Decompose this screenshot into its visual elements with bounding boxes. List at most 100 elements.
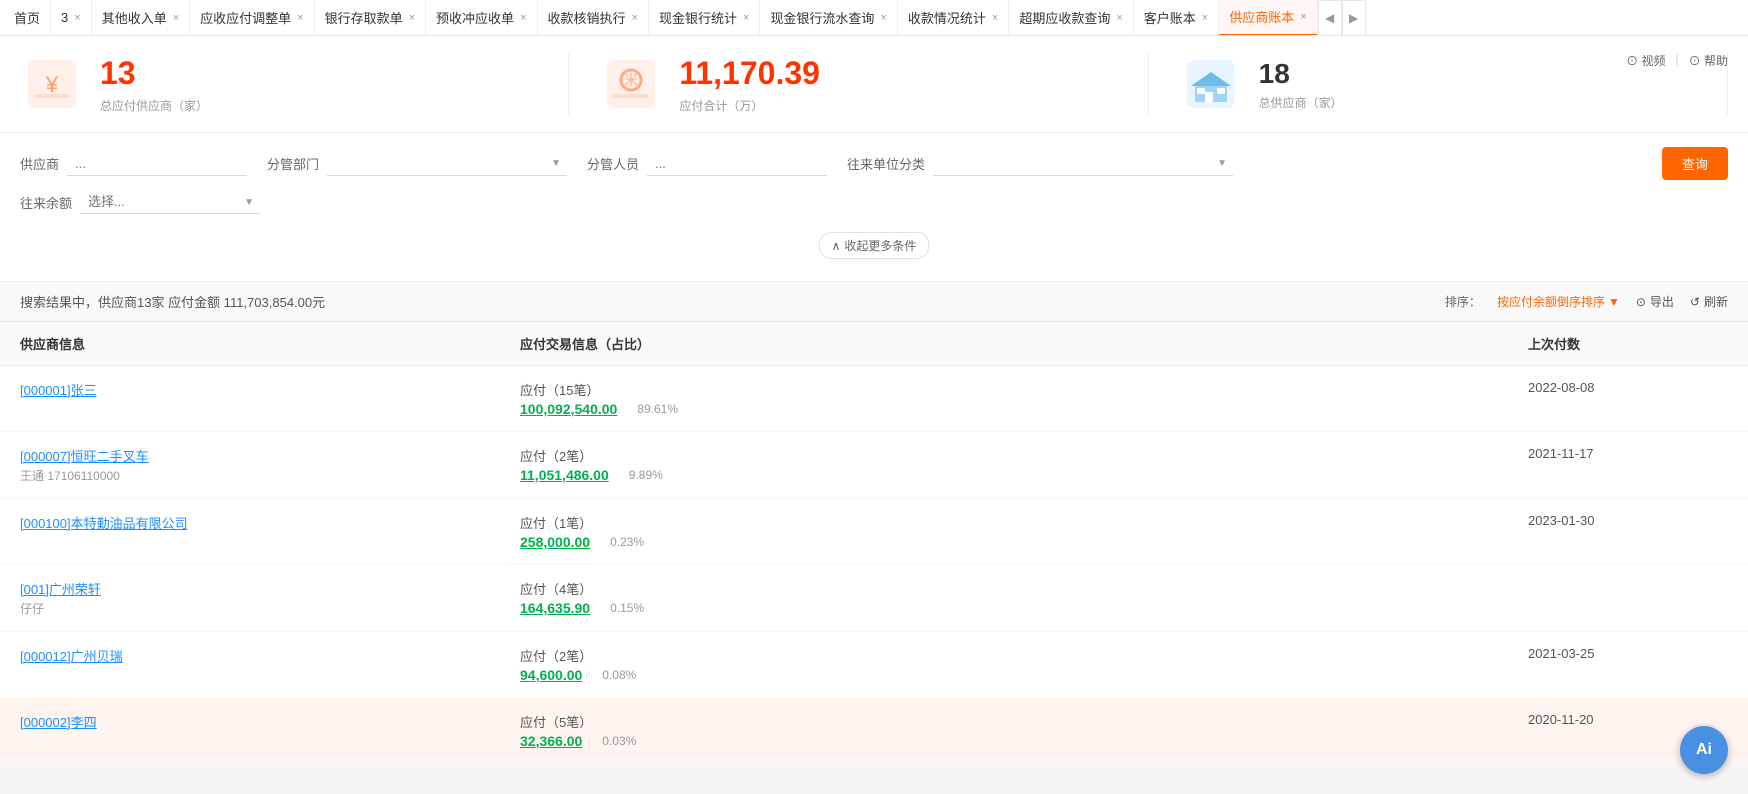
col-lastpay-header: 上次付数 [1528,334,1728,353]
nav-ar-ap-adjust[interactable]: 应收应付调整单 × [190,0,314,36]
nav-bank-deposit[interactable]: 银行存取款单 × [315,0,426,36]
nav-overdue-query[interactable]: 超期应收款查询 × [1009,0,1133,36]
nav-cash-bank-stat[interactable]: 现金银行统计 × [649,0,760,36]
col-tx-header: 应付交易信息（占比） [520,334,1528,353]
close-supplier-ledger[interactable]: × [1300,11,1306,23]
supplier-link-2[interactable]: [000007]恒旺二手叉车 [20,449,149,464]
tx-amount-4[interactable]: 164,635.90 [520,600,590,616]
payable-amount-num: 11,170.39 [679,54,820,92]
total-suppliers-icon [1179,52,1243,116]
dept-label: 分管部门 [267,154,319,173]
refresh-icon: ↺ [1690,295,1700,309]
supplier-link-3[interactable]: [000100]本特勤油品有限公司 [20,516,188,531]
tx-amount-6[interactable]: 32,366.00 [520,733,582,749]
close-receipt-exec[interactable]: × [632,12,638,24]
tx-amount-1[interactable]: 100,092,540.00 [520,401,617,417]
nav-advance-offset[interactable]: 预收冲应收单 × [426,0,537,36]
col-supplier-header: 供应商信息 [20,334,520,353]
nav-scroll-left[interactable]: ◀ [1318,0,1342,36]
close-overdue-query[interactable]: × [1116,12,1122,24]
filter-row-2: 往来余额 ▼ [20,190,1728,214]
supplier-cell-5: [000012]广州贝瑞 [20,646,520,665]
close-bank-deposit[interactable]: × [409,12,415,24]
person-input[interactable] [647,152,827,176]
filter-balance: 往来余额 ▼ [20,190,260,214]
person-label: 分管人员 [587,154,639,173]
result-bar: 搜索结果中，供应商13家 应付金额 111,703,854.00元 排序： 按应… [0,282,1748,322]
total-suppliers-label: 总供应商（家） [1259,94,1343,111]
unit-type-input[interactable] [933,152,1233,176]
last-pay-5: 2021-03-25 [1528,646,1728,661]
result-actions: 排序： 按应付余额倒序排序 ▼ ⊙ 导出 ↺ 刷新 [1445,293,1728,310]
stats-bar: ¥ 13 总应付供应商（家） 米 11,170.39 应付合计（万） [0,36,1748,133]
help-link[interactable]: ⊙ 帮助 [1689,52,1728,69]
supplier-link-5[interactable]: [000012]广州贝瑞 [20,649,123,664]
table-row: [001]广州荣轩 仔仔 应付（4笔） 164,635.90 0.15% [0,565,1748,632]
stat-payable-suppliers: ¥ 13 总应付供应商（家） [20,52,569,116]
last-pay-3: 2023-01-30 [1528,513,1728,528]
payable-amount-icon: 米 [599,52,663,116]
navigation-bar: 首页 3 × 其他收入单 × 应收应付调整单 × 银行存取款单 × 预收冲应收单… [0,0,1748,36]
collapse-icon: ∧ [832,239,841,253]
stat-payable-amount: 米 11,170.39 应付合计（万） [569,52,1148,116]
table-row: [000100]本特勤油品有限公司 应付（1笔） 258,000.00 0.23… [0,499,1748,565]
close-advance-offset[interactable]: × [520,12,526,24]
nav-scroll-right[interactable]: ▶ [1342,0,1366,36]
nav-home[interactable]: 首页 [4,0,51,36]
filter-person: 分管人员 [587,152,827,176]
nav-customer-ledger[interactable]: 客户账本 × [1134,0,1219,36]
close-ar-ap-adjust[interactable]: × [297,12,303,24]
last-pay-2: 2021-11-17 [1528,446,1728,461]
collapse-row: ∧ 收起更多条件 [20,224,1728,267]
dept-input[interactable] [327,152,567,176]
table-row: [000007]恒旺二手叉车 王通 17106110000 应付（2笔） 11,… [0,432,1748,499]
balance-input[interactable] [80,190,260,214]
svg-text:¥: ¥ [45,72,59,97]
tx-amount-2[interactable]: 11,051,486.00 [520,467,609,483]
refresh-button[interactable]: ↺ 刷新 [1690,293,1728,310]
close-cash-flow-query[interactable]: × [880,12,886,24]
close-other-income[interactable]: × [173,12,179,24]
export-icon: ⊙ [1636,295,1646,309]
query-button[interactable]: 查询 [1662,147,1728,180]
supplier-label: 供应商 [20,154,59,173]
nav-supplier-ledger[interactable]: 供应商账本 × [1219,0,1317,36]
payable-suppliers-num: 13 [100,54,208,92]
tx-amount-5[interactable]: 94,600.00 [520,667,582,683]
payable-suppliers-label: 总应付供应商（家） [100,97,208,114]
payable-amount-info: 11,170.39 应付合计（万） [679,54,820,113]
close-receipt-stat[interactable]: × [992,12,998,24]
supplier-link-4[interactable]: [001]广州荣轩 [20,582,101,597]
table-row: [000001]张三 应付（15笔） 100,092,540.00 89.61%… [0,366,1748,432]
nav-receipt-stat[interactable]: 收款情况统计 × [898,0,1009,36]
tx-amount-3[interactable]: 258,000.00 [520,534,590,550]
supplier-cell-3: [000100]本特勤油品有限公司 [20,513,520,532]
close-tab3[interactable]: × [74,12,80,24]
collapse-button[interactable]: ∧ 收起更多条件 [819,232,930,259]
svg-text:米: 米 [624,72,638,88]
supplier-link-1[interactable]: [000001]张三 [20,383,97,398]
export-button[interactable]: ⊙ 导出 [1636,293,1674,310]
table-row: [000002]李四 应付（5笔） 32,366.00 0.03% 2020-1… [0,698,1748,764]
payable-suppliers-icon: ¥ [20,52,84,116]
supplier-input[interactable] [67,152,247,176]
nav-cash-flow-query[interactable]: 现金银行流水查询 × [760,0,897,36]
total-suppliers-info: 18 总供应商（家） [1259,57,1343,112]
nav-receipt-exec[interactable]: 收款核销执行 × [538,0,649,36]
sort-dropdown[interactable]: 按应付余额倒序排序 ▼ [1497,293,1620,310]
tx-cell-4: 应付（4笔） 164,635.90 0.15% [520,579,1528,616]
total-suppliers-num: 18 [1259,57,1343,91]
close-customer-ledger[interactable]: × [1202,12,1208,24]
nav-other-income[interactable]: 其他收入单 × [92,0,190,36]
last-pay-6: 2020-11-20 [1528,712,1728,727]
video-link[interactable]: ⊙ 视频 [1626,52,1665,69]
balance-label: 往来余额 [20,193,72,212]
close-cash-bank-stat[interactable]: × [743,12,749,24]
nav-tab3[interactable]: 3 × [51,0,92,36]
tx-cell-1: 应付（15笔） 100,092,540.00 89.61% [520,380,1528,417]
table-row: [000012]广州贝瑞 应付（2笔） 94,600.00 0.08% 2021… [0,632,1748,698]
supplier-link-6[interactable]: [000002]李四 [20,715,97,730]
ai-badge[interactable]: Ai [1680,726,1728,774]
filter-dept: 分管部门 ▼ [267,152,567,176]
filter-row-1: 供应商 分管部门 ▼ 分管人员 往来单位分类 ▼ 查询 [20,147,1728,180]
